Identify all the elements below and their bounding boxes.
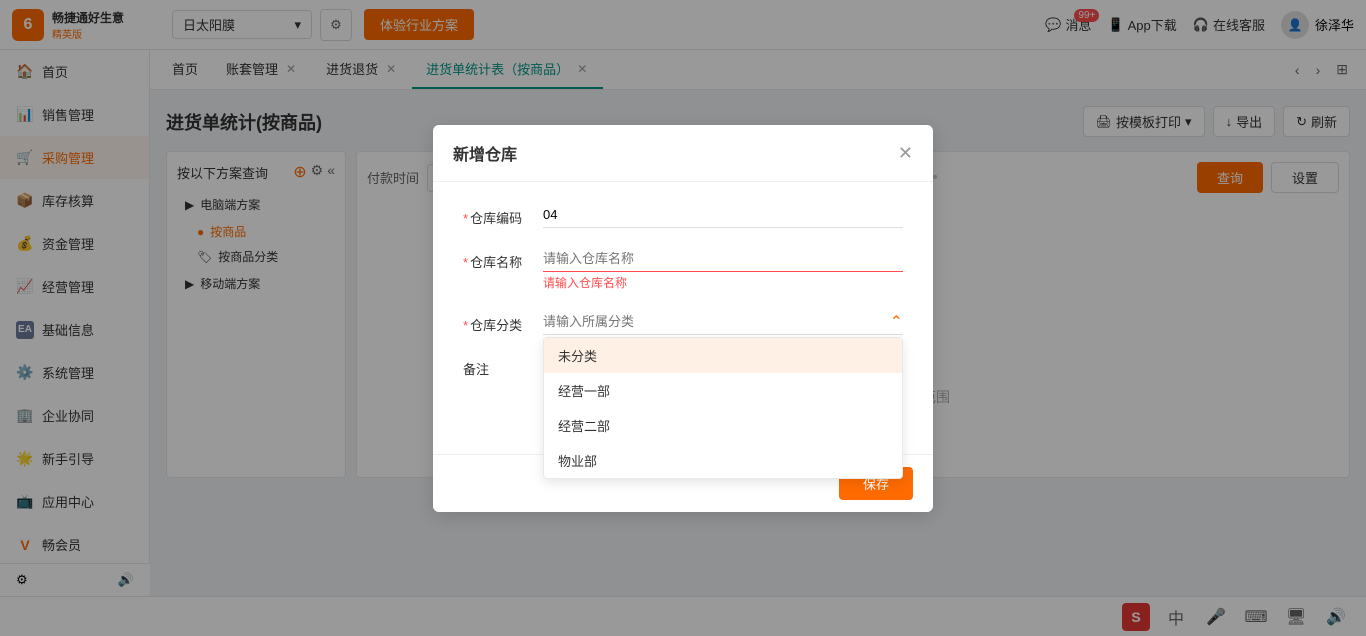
category-wrap: ⌃ 未分类 经营一部 经营二部 物业部 [543, 309, 903, 335]
form-row-code: 仓库编码 [463, 202, 903, 228]
code-label: 仓库编码 [463, 202, 543, 227]
name-wrap: 请输入仓库名称 [543, 246, 903, 291]
form-row-name: 仓库名称 请输入仓库名称 [463, 246, 903, 291]
category-input[interactable] [543, 309, 903, 335]
dropdown-item-property[interactable]: 物业部 [544, 443, 902, 478]
note-label: 备注 [463, 353, 543, 378]
modal-body: 仓库编码 仓库名称 请输入仓库名称 仓库分类 ⌃ [433, 182, 933, 454]
dropdown-item-uncategorized[interactable]: 未分类 [544, 338, 902, 373]
modal-overlay[interactable]: 新增仓库 ✕ 仓库编码 仓库名称 请输入仓库名称 仓库分类 [0, 0, 1366, 636]
modal-header: 新增仓库 ✕ [433, 125, 933, 182]
name-label: 仓库名称 [463, 246, 543, 271]
form-row-category: 仓库分类 ⌃ 未分类 经营一部 经营二部 物业部 [463, 309, 903, 335]
category-dropdown: 未分类 经营一部 经营二部 物业部 [543, 337, 903, 479]
new-warehouse-modal: 新增仓库 ✕ 仓库编码 仓库名称 请输入仓库名称 仓库分类 [433, 125, 933, 512]
dropdown-item-dept1[interactable]: 经营一部 [544, 373, 902, 408]
code-input[interactable] [543, 202, 903, 228]
category-arrow-icon[interactable]: ⌃ [890, 312, 903, 332]
name-error-message: 请输入仓库名称 [543, 274, 903, 291]
code-wrap [543, 202, 903, 228]
name-input[interactable] [543, 246, 903, 272]
dropdown-item-dept2[interactable]: 经营二部 [544, 408, 902, 443]
modal-close-button[interactable]: ✕ [898, 144, 913, 162]
modal-title: 新增仓库 [453, 141, 517, 165]
category-label: 仓库分类 [463, 309, 543, 334]
